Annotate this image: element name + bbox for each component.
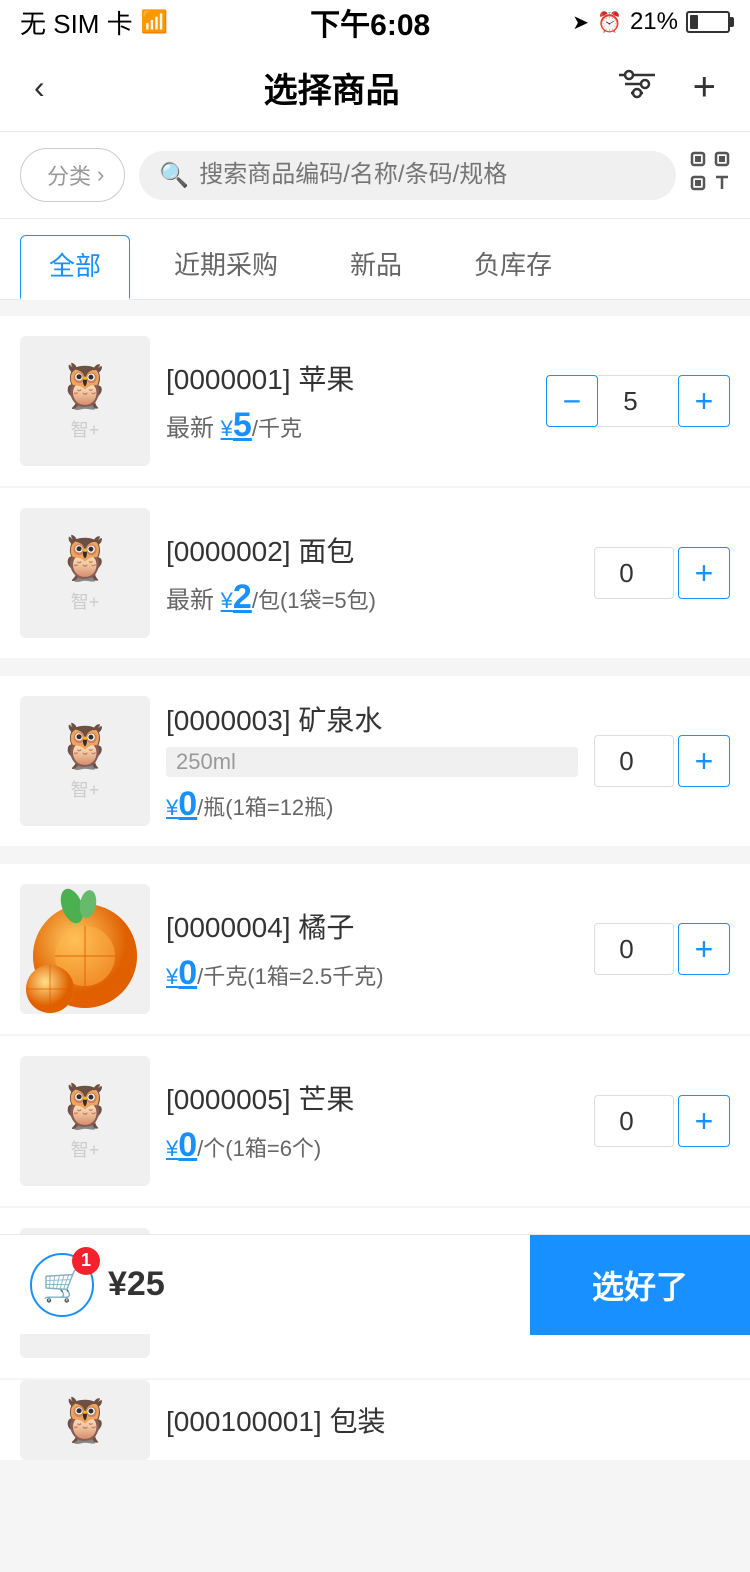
product-item: 🦉 [000100001] 包装 [0, 1380, 750, 1460]
scan-button[interactable] [690, 151, 730, 200]
product-name: [0000004] 橘子 [166, 906, 578, 946]
product-spec: 250ml [166, 747, 578, 777]
product-price: 最新 ¥2/包(1袋=5包) [166, 578, 578, 617]
decrease-button[interactable]: − [546, 375, 598, 427]
qty-input[interactable] [594, 735, 674, 787]
tab-recent[interactable]: 近期采购 [146, 235, 306, 299]
category-label: 分类 [47, 159, 91, 191]
wifi-icon: 📶 [141, 9, 168, 35]
cart-icon-wrap[interactable]: 🛒 1 [30, 1253, 94, 1317]
tabs-bar: 全部 近期采购 新品 负库存 [0, 219, 750, 300]
nav-bar: ‹ 选择商品 + [0, 44, 750, 132]
confirm-button[interactable]: 选好了 [530, 1235, 750, 1335]
product-name: [0000005] 芒果 [166, 1078, 578, 1118]
product-item: 🦉 智+ [0000001] 苹果 最新 ¥5/千克 − + [0, 316, 750, 486]
product-info: [0000005] 芒果 ¥0/个(1箱=6个) [166, 1078, 578, 1165]
qty-controls: + [594, 735, 730, 787]
battery-percent: 21% [630, 8, 678, 36]
product-item: 🦉 智+ [0000005] 芒果 ¥0/个(1箱=6个) + [0, 1036, 750, 1206]
qty-input[interactable] [594, 923, 674, 975]
carrier: 无 SIM 卡 [20, 4, 133, 41]
search-icon: 🔍 [159, 161, 189, 190]
alarm-icon: ⏰ [597, 10, 622, 35]
product-image: 🦉 智+ [20, 1056, 150, 1186]
status-bar: 无 SIM 卡 📶 下午6:08 ➤ ⏰ 21% [0, 0, 750, 44]
product-price: ¥0/千克(1箱=2.5千克) [166, 954, 578, 993]
qty-controls: + [594, 1095, 730, 1147]
search-box: 🔍 [139, 151, 676, 200]
product-name: [000100001] 包装 [166, 1400, 730, 1440]
product-info: [000100001] 包装 [166, 1400, 730, 1440]
product-info: [0000001] 苹果 最新 ¥5/千克 [166, 358, 530, 445]
back-button[interactable]: ‹ [30, 65, 49, 110]
product-item: 🦉 智+ [0000002] 面包 最新 ¥2/包(1袋=5包) + [0, 488, 750, 658]
status-left: 无 SIM 卡 📶 [20, 4, 168, 41]
product-image: 🦉 智+ [20, 336, 150, 466]
increase-button[interactable]: + [678, 547, 730, 599]
filter-bar: 分类 › 🔍 [0, 132, 750, 219]
product-price: 最新 ¥5/千克 [166, 406, 530, 445]
add-button[interactable]: + [689, 61, 720, 114]
product-image: 🦉 [20, 1380, 150, 1460]
product-list: 🦉 智+ [0000001] 苹果 最新 ¥5/千克 − + 🦉 智+ [000… [0, 316, 750, 1572]
product-price: ¥0/瓶(1箱=12瓶) [166, 785, 578, 824]
cart-total: ¥25 [108, 1265, 165, 1304]
product-info: [0000002] 面包 最新 ¥2/包(1袋=5包) [166, 530, 578, 617]
product-name: [0000002] 面包 [166, 530, 578, 570]
product-image: 🦉 智+ [20, 696, 150, 826]
page-title: 选择商品 [264, 63, 400, 112]
tab-negative[interactable]: 负库存 [446, 235, 580, 299]
battery-icon [686, 11, 730, 33]
increase-button[interactable]: + [678, 375, 730, 427]
location-icon: ➤ [572, 10, 589, 35]
product-item: [0000004] 橘子 ¥0/千克(1箱=2.5千克) + [0, 864, 750, 1034]
tab-all[interactable]: 全部 [20, 235, 130, 300]
qty-controls: − + [546, 375, 730, 427]
product-image [20, 884, 150, 1014]
bottom-bar: 🛒 1 ¥25 选好了 [0, 1234, 750, 1334]
qty-input[interactable] [598, 375, 678, 427]
increase-button[interactable]: + [678, 923, 730, 975]
product-item: 🦉 智+ [0000003] 矿泉水 250ml ¥0/瓶(1箱=12瓶) + [0, 676, 750, 846]
qty-controls: + [594, 923, 730, 975]
qty-controls: + [594, 547, 730, 599]
status-right: ➤ ⏰ 21% [572, 8, 730, 36]
category-arrow: › [97, 162, 104, 188]
product-name: [0000001] 苹果 [166, 358, 530, 398]
category-button[interactable]: 分类 › [20, 148, 125, 202]
filter-button[interactable] [615, 65, 659, 110]
product-info: [0000003] 矿泉水 250ml ¥0/瓶(1箱=12瓶) [166, 699, 578, 824]
increase-button[interactable]: + [678, 735, 730, 787]
product-image: 🦉 智+ [20, 508, 150, 638]
qty-input[interactable] [594, 1095, 674, 1147]
product-info: [0000004] 橘子 ¥0/千克(1箱=2.5千克) [166, 906, 578, 993]
qty-input[interactable] [594, 547, 674, 599]
cart-area: 🛒 1 ¥25 [0, 1253, 530, 1317]
product-name: [0000003] 矿泉水 [166, 699, 578, 739]
nav-actions: + [615, 61, 720, 114]
product-price: ¥0/个(1箱=6个) [166, 1126, 578, 1165]
status-time: 下午6:08 [310, 0, 430, 44]
increase-button[interactable]: + [678, 1095, 730, 1147]
search-input[interactable] [199, 161, 656, 189]
tab-new[interactable]: 新品 [322, 235, 430, 299]
cart-badge: 1 [72, 1247, 100, 1275]
